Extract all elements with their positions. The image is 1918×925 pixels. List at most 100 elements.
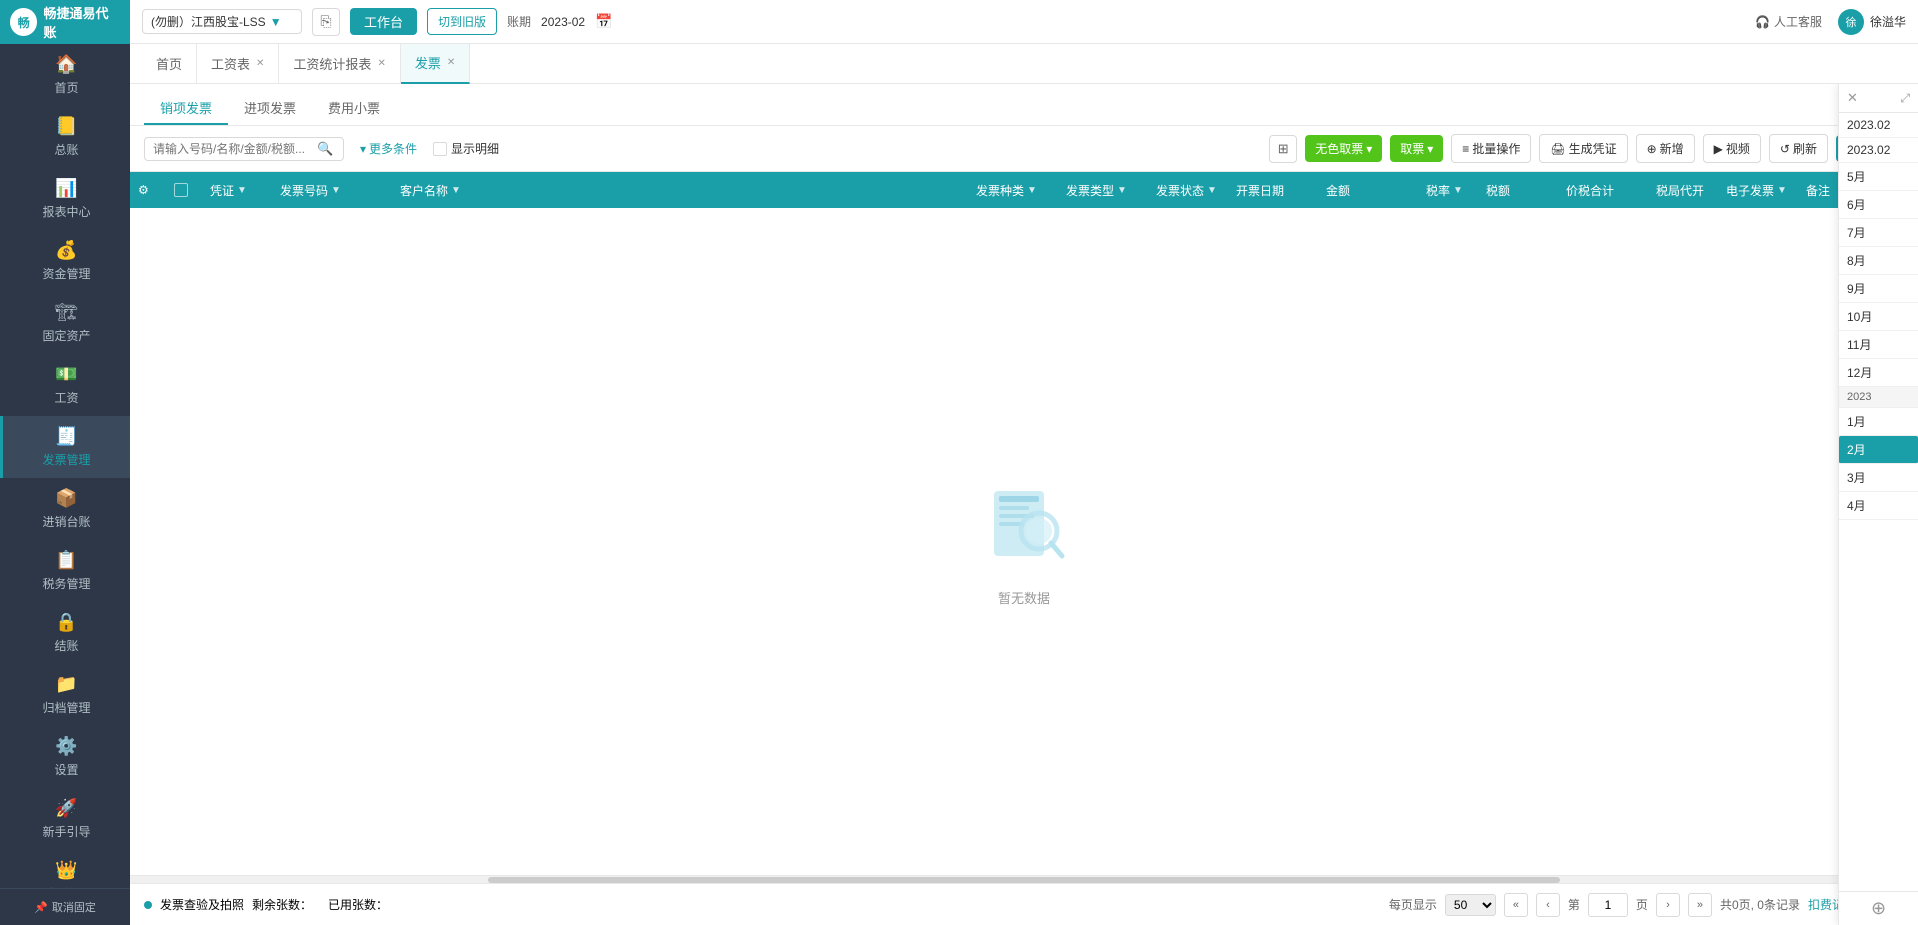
per-page-select[interactable]: 50 20 100 bbox=[1445, 894, 1496, 916]
period-bottom-button[interactable]: ⊕ bbox=[1839, 891, 1918, 925]
sidebar-icon-archive: 📁 bbox=[55, 674, 77, 695]
sidebar-item-close[interactable]: 🔒 结账 bbox=[0, 602, 130, 664]
show-detail-checkbox[interactable] bbox=[433, 142, 447, 156]
sidebar-label-payroll: 工资 bbox=[54, 389, 78, 406]
user-name: 徐溢华 bbox=[1870, 13, 1906, 30]
customer-service-button[interactable]: 🎧 人工客服 bbox=[1755, 13, 1822, 30]
page-input[interactable]: 1 bbox=[1588, 893, 1628, 917]
select-all-checkbox[interactable] bbox=[174, 183, 188, 197]
sidebar-item-home[interactable]: 🏠 首页 bbox=[0, 44, 130, 106]
table-footer: 发票查验及拍照 剩余张数： 已用张数： 每页显示 50 20 100 « ‹ 第… bbox=[130, 883, 1918, 925]
sidebar-item-archive[interactable]: 📁 归档管理 bbox=[0, 664, 130, 726]
sidebar-item-payroll[interactable]: 💵 工资 bbox=[0, 354, 130, 416]
grid-view-button[interactable]: ⊞ bbox=[1269, 135, 1297, 163]
period-item-7月[interactable]: 7月 bbox=[1839, 219, 1918, 247]
sidebar-unpin[interactable]: 📌 取消固定 bbox=[0, 888, 130, 925]
ticket-button[interactable]: 取票 ▾ bbox=[1390, 135, 1443, 162]
sidebar-item-invoice[interactable]: 🧾 发票管理 bbox=[0, 416, 130, 478]
subtab-sales-invoice[interactable]: 销项发票 bbox=[144, 92, 228, 125]
th-invoice-status: 发票状态 ▼ bbox=[1148, 182, 1228, 199]
no-ticket-button[interactable]: 无色取票 ▾ bbox=[1305, 135, 1382, 162]
sidebar-item-guide[interactable]: 🚀 新手引导 bbox=[0, 788, 130, 850]
show-detail-label: 显示明细 bbox=[451, 140, 499, 157]
sidebar-item-reports[interactable]: 📊 报表中心 bbox=[0, 168, 130, 230]
tab-close-payroll-stats[interactable]: ✕ bbox=[377, 58, 385, 69]
topbar-right: 🎧 人工客服 徐 徐溢华 bbox=[1755, 9, 1906, 35]
period-item-8月[interactable]: 8月 bbox=[1839, 247, 1918, 275]
last-page-button[interactable]: » bbox=[1688, 893, 1712, 917]
generate-cert-button[interactable]: 🖨 生成凭证 bbox=[1539, 134, 1627, 163]
remaining-label: 剩余张数： bbox=[252, 896, 312, 913]
period-label: 账期 bbox=[507, 13, 531, 30]
sidebar-item-finance[interactable]: 💰 资金管理 bbox=[0, 230, 130, 292]
period-item-2023-2月[interactable]: 2月 bbox=[1839, 436, 1918, 464]
th-setting: ⚙ bbox=[130, 183, 166, 197]
th-checkbox bbox=[166, 183, 202, 197]
sidebar-label-invoice: 发票管理 bbox=[42, 451, 90, 468]
period-item-9月[interactable]: 9月 bbox=[1839, 275, 1918, 303]
period-item-6月[interactable]: 6月 bbox=[1839, 191, 1918, 219]
period-item-10月[interactable]: 10月 bbox=[1839, 303, 1918, 331]
next-page-button[interactable]: › bbox=[1656, 893, 1680, 917]
video-label: 视频 bbox=[1726, 140, 1750, 157]
tab-close-invoice[interactable]: ✕ bbox=[447, 57, 455, 68]
th-customer-icon: ▼ bbox=[451, 185, 461, 196]
sidebar-item-member[interactable]: 👑 畅会员 bbox=[0, 850, 130, 888]
prev-page-button[interactable]: ‹ bbox=[1536, 893, 1560, 917]
subtab-purchase-invoice[interactable]: 进项发票 bbox=[228, 92, 312, 125]
company-selector[interactable]: (勿删）江西股宝-LSS ▼ bbox=[142, 9, 302, 34]
tab-payroll-stats[interactable]: 工资统计报表✕ bbox=[279, 44, 400, 84]
th-invoice-type: 发票种类 ▼ bbox=[968, 182, 1058, 199]
period-item-2023-1月[interactable]: 1月 bbox=[1839, 408, 1918, 436]
sidebar-item-settings[interactable]: ⚙️ 设置 bbox=[0, 726, 130, 788]
sidebar-item-tax[interactable]: 📋 税务管理 bbox=[0, 540, 130, 602]
period-item-2023-3月[interactable]: 3月 bbox=[1839, 464, 1918, 492]
period-item-top[interactable]: 2023.02 bbox=[1839, 113, 1918, 138]
video-button[interactable]: ▶ 视频 bbox=[1703, 134, 1761, 163]
period-item-top[interactable]: 2023.02 bbox=[1839, 138, 1918, 163]
sidebar-item-ledger[interactable]: 📒 总账 bbox=[0, 106, 130, 168]
tab-invoice[interactable]: 发票 ✕ bbox=[401, 44, 470, 84]
period-calendar-icon[interactable]: 📅 bbox=[595, 13, 612, 30]
tab-close-payroll[interactable]: ✕ bbox=[256, 58, 264, 69]
subtab-expense-receipt[interactable]: 费用小票 bbox=[312, 92, 396, 125]
main-content: (勿删）江西股宝-LSS ▼ ⎘ 工作台 切到旧版 账期 2023-02 📅 🎧… bbox=[130, 0, 1918, 925]
horizontal-scrollbar[interactable] bbox=[130, 875, 1918, 883]
sidebar-icon-payroll: 💵 bbox=[55, 364, 77, 385]
ticket-label: 取票 bbox=[1400, 140, 1424, 157]
switch-version-button[interactable]: 切到旧版 bbox=[427, 8, 497, 35]
batch-ops-button[interactable]: ≡ 批量操作 bbox=[1451, 134, 1531, 163]
tab-label-home: 首页 bbox=[156, 54, 182, 73]
show-detail-wrap[interactable]: 显示明细 bbox=[433, 140, 499, 157]
sidebar-item-assets[interactable]: 🏗 固定资产 bbox=[0, 292, 130, 354]
sidebar-icon-ledger: 📒 bbox=[55, 116, 77, 137]
page-prefix: 第 bbox=[1568, 896, 1580, 913]
th-invoice-no: 发票号码 ▼ bbox=[272, 182, 392, 199]
copy-button[interactable]: ⎘ bbox=[312, 8, 340, 36]
user-area[interactable]: 徐 徐溢华 bbox=[1838, 9, 1906, 35]
period-item-12月[interactable]: 12月 bbox=[1839, 359, 1918, 387]
period-item-5月[interactable]: 5月 bbox=[1839, 163, 1918, 191]
tab-home[interactable]: 首页 bbox=[142, 44, 197, 84]
sidebar-item-sales[interactable]: 📦 进销台账 bbox=[0, 478, 130, 540]
topbar: (勿删）江西股宝-LSS ▼ ⎘ 工作台 切到旧版 账期 2023-02 📅 🎧… bbox=[130, 0, 1918, 44]
more-conditions-button[interactable]: ▾ 更多条件 bbox=[352, 137, 425, 160]
period-item-11月[interactable]: 11月 bbox=[1839, 331, 1918, 359]
search-input-wrap: 🔍 bbox=[144, 137, 344, 161]
period-bottom-icon: ⊕ bbox=[1871, 898, 1886, 919]
new-button[interactable]: ⊕ 新增 bbox=[1636, 134, 1695, 163]
tab-label-invoice: 发票 bbox=[415, 53, 441, 72]
refresh-button[interactable]: ↺ 刷新 bbox=[1769, 134, 1828, 163]
th-tax-rate: 税率 ▼ bbox=[1418, 182, 1478, 199]
period-item-2023-4月[interactable]: 4月 bbox=[1839, 492, 1918, 520]
search-input[interactable] bbox=[153, 142, 313, 156]
used-label: 已用张数： bbox=[328, 896, 388, 913]
period-panel-maximize[interactable]: ⤢ bbox=[1900, 91, 1910, 106]
headset-icon: 🎧 bbox=[1755, 15, 1770, 29]
workbench-button[interactable]: 工作台 bbox=[350, 8, 417, 35]
empty-state: 暂无数据 bbox=[130, 208, 1918, 875]
tab-payroll[interactable]: 工资表✕ bbox=[197, 44, 279, 84]
first-page-button[interactable]: « bbox=[1504, 893, 1528, 917]
period-panel-close[interactable]: ✕ bbox=[1847, 90, 1858, 106]
unpin-label: 取消固定 bbox=[52, 899, 96, 915]
